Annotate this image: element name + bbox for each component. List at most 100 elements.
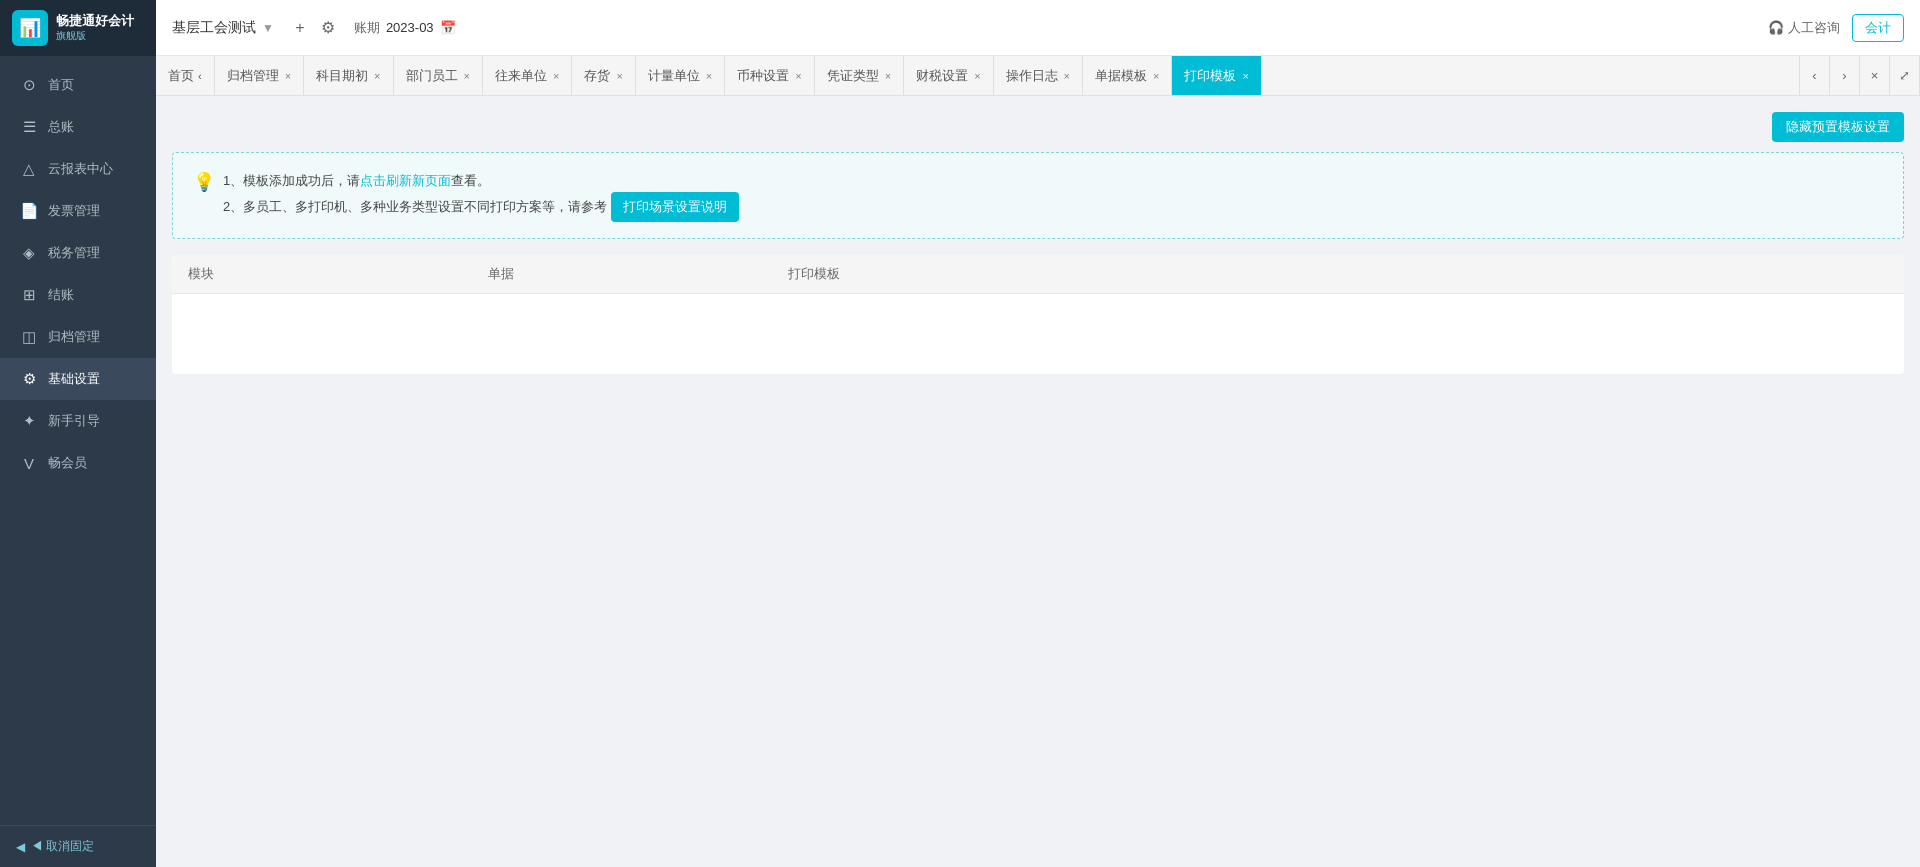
table-body: [172, 294, 1904, 374]
table-header: 模块 单据 打印模板: [172, 255, 1904, 294]
info-line-2: 2、多员工、多打印机、多种业务类型设置不同打印方案等，请参考打印场景设置说明: [223, 192, 739, 221]
sidebar-item-member[interactable]: V 畅会员: [0, 442, 156, 484]
tab-oplog[interactable]: 操作日志 ×: [994, 56, 1083, 96]
tab-prev-button[interactable]: ‹: [1800, 56, 1830, 96]
info-text-block: 1、模板添加成功后，请点击刷新新页面查看。 2、多员工、多打印机、多种业务类型设…: [223, 169, 739, 222]
tab-printtemplate-close-icon[interactable]: ×: [1242, 70, 1248, 82]
col-template: 打印模板: [772, 265, 1904, 283]
settings-icon: ⚙: [20, 370, 38, 388]
tabbar-nav: ‹ › × ⤢: [1799, 56, 1920, 96]
add-tab-button[interactable]: +: [286, 14, 314, 42]
tax-icon: ◈: [20, 244, 38, 262]
tab-close-all-button[interactable]: ×: [1860, 56, 1890, 96]
tab-subjects-close-icon[interactable]: ×: [374, 70, 380, 82]
tab-inventory[interactable]: 存货 ×: [572, 56, 635, 96]
tab-staff[interactable]: 部门员工 ×: [394, 56, 483, 96]
tab-voucher[interactable]: 凭证类型 ×: [815, 56, 904, 96]
sidebar-label-home: 首页: [48, 76, 74, 94]
col-doc: 单据: [472, 265, 772, 283]
sidebar-item-ledger[interactable]: ☰ 总账: [0, 106, 156, 148]
sidebar-item-invoice[interactable]: 📄 发票管理: [0, 190, 156, 232]
period-label: 账期: [354, 19, 380, 37]
sidebar-item-tax[interactable]: ◈ 税务管理: [0, 232, 156, 274]
tab-printtemplate[interactable]: 打印模板 ×: [1172, 56, 1261, 96]
sidebar-item-guide[interactable]: ✦ 新手引导: [0, 400, 156, 442]
sidebar-item-reports[interactable]: △ 云报表中心: [0, 148, 156, 190]
info-line2-pre: 2、多员工、多打印机、多种业务类型设置不同打印方案等，请参考: [223, 199, 607, 214]
unpin-arrow-icon: ◀: [16, 840, 25, 854]
help-button[interactable]: 🎧 人工咨询: [1768, 19, 1840, 37]
info-content: 💡 1、模板添加成功后，请点击刷新新页面查看。 2、多员工、多打印机、多种业务类…: [193, 169, 1883, 222]
logo-icon: 📊: [12, 10, 48, 46]
sidebar-label-archive: 归档管理: [48, 328, 100, 346]
tab-home[interactable]: 首页 ‹: [156, 56, 215, 96]
tab-currency[interactable]: 币种设置 ×: [725, 56, 814, 96]
tab-staff-label: 部门员工: [406, 67, 458, 85]
tab-taxset[interactable]: 财税设置 ×: [904, 56, 993, 96]
sidebar-item-close[interactable]: ⊞ 结账: [0, 274, 156, 316]
reports-icon: △: [20, 160, 38, 178]
tab-singledoc[interactable]: 单据模板 ×: [1083, 56, 1172, 96]
tabbar: 首页 ‹ 归档管理 × 科目期初 × 部门员工 × 往来单位 × 存货 × 计量…: [156, 56, 1920, 96]
tab-singledoc-label: 单据模板: [1095, 67, 1147, 85]
tab-archive[interactable]: 归档管理 ×: [215, 56, 304, 96]
logo-icon-symbol: 📊: [19, 17, 41, 39]
archive-icon: ◫: [20, 328, 38, 346]
tab-singledoc-close-icon[interactable]: ×: [1153, 70, 1159, 82]
print-scene-explain-button[interactable]: 打印场景设置说明: [611, 192, 739, 221]
bulb-icon: 💡: [193, 171, 215, 193]
unpin-label: ◀ 取消固定: [31, 838, 94, 855]
topbar: 基层工会测试 ▼ + ⚙ 账期 2023-03 📅 🎧 人工咨询 会计: [156, 0, 1920, 56]
info-link-refresh[interactable]: 点击刷新新页面: [360, 173, 451, 188]
logo-text-block: 畅捷通好会计 旗舰版: [56, 13, 134, 44]
help-label: 人工咨询: [1788, 19, 1840, 37]
col-module: 模块: [172, 265, 472, 283]
sidebar-item-settings[interactable]: ⚙ 基础设置: [0, 358, 156, 400]
info-line1-post: 查看。: [451, 173, 490, 188]
tab-vendor[interactable]: 往来单位 ×: [483, 56, 572, 96]
sidebar-unpin-button[interactable]: ◀ ◀ 取消固定: [0, 825, 156, 867]
tab-taxset-close-icon[interactable]: ×: [974, 70, 980, 82]
company-dropdown-icon: ▼: [262, 21, 274, 35]
tab-measure-close-icon[interactable]: ×: [706, 70, 712, 82]
app-name: 畅捷通好会计: [56, 13, 134, 30]
sidebar-label-invoice: 发票管理: [48, 202, 100, 220]
tab-taxset-label: 财税设置: [916, 67, 968, 85]
tab-voucher-close-icon[interactable]: ×: [885, 70, 891, 82]
tab-inventory-label: 存货: [584, 67, 610, 85]
tab-oplog-label: 操作日志: [1006, 67, 1058, 85]
tab-vendor-close-icon[interactable]: ×: [553, 70, 559, 82]
tab-vendor-label: 往来单位: [495, 67, 547, 85]
sidebar-label-member: 畅会员: [48, 454, 87, 472]
headset-icon: 🎧: [1768, 20, 1784, 35]
sidebar-item-archive[interactable]: ◫ 归档管理: [0, 316, 156, 358]
tab-printtemplate-label: 打印模板: [1184, 67, 1236, 85]
sidebar-nav: ⊙ 首页 ☰ 总账 △ 云报表中心 📄 发票管理 ◈ 税务管理 ⊞ 结账 ◫ 归…: [0, 56, 156, 825]
sidebar-label-close: 结账: [48, 286, 74, 304]
toolbar-row: 隐藏预置模板设置: [172, 112, 1904, 142]
topbar-period: 账期 2023-03 📅: [354, 19, 456, 37]
period-value: 2023-03: [386, 20, 434, 35]
home-icon: ⊙: [20, 76, 38, 94]
tab-inventory-close-icon[interactable]: ×: [616, 70, 622, 82]
company-name[interactable]: 基层工会测试 ▼: [172, 19, 274, 37]
hide-template-button[interactable]: 隐藏预置模板设置: [1772, 112, 1904, 142]
tab-oplog-close-icon[interactable]: ×: [1064, 70, 1070, 82]
tab-currency-close-icon[interactable]: ×: [795, 70, 801, 82]
calendar-icon[interactable]: 📅: [440, 20, 456, 35]
content-area: 隐藏预置模板设置 💡 1、模板添加成功后，请点击刷新新页面查看。 2、多员工、多…: [156, 96, 1920, 867]
sidebar-logo: 📊 畅捷通好会计 旗舰版: [0, 0, 156, 56]
tab-archive-close-icon[interactable]: ×: [285, 70, 291, 82]
sidebar-item-home[interactable]: ⊙ 首页: [0, 64, 156, 106]
tab-measure[interactable]: 计量单位 ×: [636, 56, 725, 96]
info-line1-pre: 1、模板添加成功后，请: [223, 173, 360, 188]
account-button[interactable]: 会计: [1852, 14, 1904, 42]
tab-voucher-label: 凭证类型: [827, 67, 879, 85]
tab-expand-button[interactable]: ⤢: [1890, 56, 1920, 96]
guide-icon: ✦: [20, 412, 38, 430]
close-account-icon: ⊞: [20, 286, 38, 304]
tab-staff-close-icon[interactable]: ×: [464, 70, 470, 82]
tab-next-button[interactable]: ›: [1830, 56, 1860, 96]
tab-subjects[interactable]: 科目期初 ×: [304, 56, 393, 96]
settings-gear-button[interactable]: ⚙: [314, 14, 342, 42]
